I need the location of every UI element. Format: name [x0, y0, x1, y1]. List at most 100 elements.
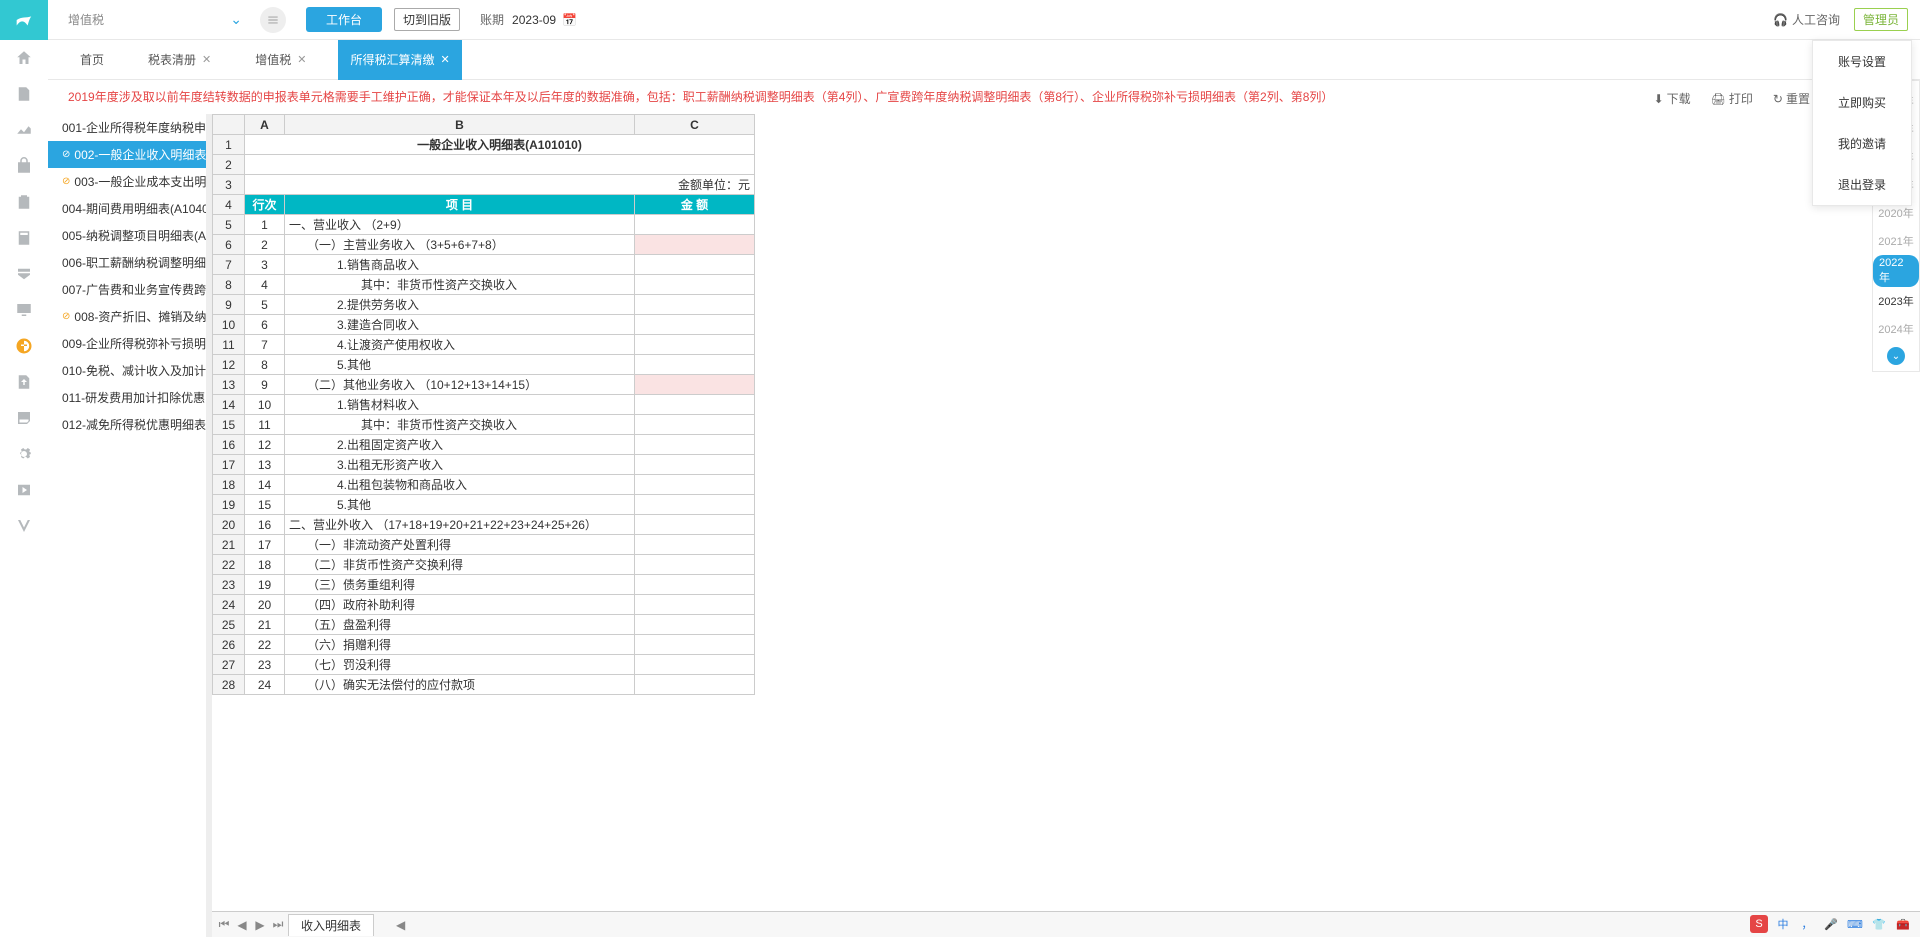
- ime-lang[interactable]: 中: [1774, 915, 1792, 933]
- cell-seq[interactable]: 16: [245, 515, 285, 535]
- row-header[interactable]: 26: [213, 635, 245, 655]
- cell-seq[interactable]: 12: [245, 435, 285, 455]
- nav-clipboard-icon[interactable]: [0, 184, 48, 220]
- row-header[interactable]: 13: [213, 375, 245, 395]
- row-header[interactable]: 12: [213, 355, 245, 375]
- form-list-item[interactable]: 009-企业所得税弥补亏损明...: [48, 330, 206, 357]
- tax-type-select[interactable]: 增值税 ⌄: [60, 11, 250, 28]
- cell-amount[interactable]: [635, 455, 755, 475]
- cell-item[interactable]: 3.建造合同收入: [285, 315, 635, 335]
- cell-amount[interactable]: [635, 475, 755, 495]
- cell-item[interactable]: （二）非货币性资产交换利得: [285, 555, 635, 575]
- cell-amount[interactable]: [635, 435, 755, 455]
- cell-item[interactable]: （二）其他业务收入 （10+12+13+14+15）: [285, 375, 635, 395]
- nav-video-icon[interactable]: [0, 472, 48, 508]
- cell-amount[interactable]: [635, 255, 755, 275]
- cell-seq[interactable]: 4: [245, 275, 285, 295]
- nav-report-icon[interactable]: [0, 328, 48, 364]
- row-header[interactable]: 10: [213, 315, 245, 335]
- nav-settings-icon[interactable]: [0, 436, 48, 472]
- row-header[interactable]: 24: [213, 595, 245, 615]
- cell-item[interactable]: 5.其他: [285, 355, 635, 375]
- row-header[interactable]: 28: [213, 675, 245, 695]
- row-header[interactable]: 8: [213, 275, 245, 295]
- cell-item[interactable]: （八）确实无法偿付的应付款项: [285, 675, 635, 695]
- cell-item[interactable]: （一）主营业务收入 （3+5+6+7+8）: [285, 235, 635, 255]
- cell-seq[interactable]: 20: [245, 595, 285, 615]
- row-header[interactable]: 7: [213, 255, 245, 275]
- cell-seq[interactable]: 19: [245, 575, 285, 595]
- sheet-nav-first[interactable]: ⏮: [216, 916, 232, 934]
- row-header[interactable]: 14: [213, 395, 245, 415]
- cell-item[interactable]: （六）捐赠利得: [285, 635, 635, 655]
- sheet-nav-last[interactable]: ⏭: [270, 916, 286, 934]
- form-list-item[interactable]: 004-期间费用明细表(A1040...: [48, 195, 206, 222]
- cell-item[interactable]: （四）政府补助利得: [285, 595, 635, 615]
- cell-item[interactable]: 4.让渡资产使用权收入: [285, 335, 635, 355]
- cell-amount[interactable]: [635, 635, 755, 655]
- cell-amount[interactable]: [635, 375, 755, 395]
- cell-item[interactable]: 2.出租固定资产收入: [285, 435, 635, 455]
- user-menu-item[interactable]: 退出登录: [1813, 164, 1911, 205]
- cell-amount[interactable]: [635, 215, 755, 235]
- row-header[interactable]: 5: [213, 215, 245, 235]
- cell-amount[interactable]: [635, 295, 755, 315]
- col-header[interactable]: C: [635, 115, 755, 135]
- cell-item[interactable]: 5.其他: [285, 495, 635, 515]
- form-list-item[interactable]: ⊘003-一般企业成本支出明细...: [48, 168, 206, 195]
- reset-button[interactable]: ↻重置: [1773, 90, 1810, 108]
- year-item[interactable]: 2023年: [1878, 287, 1913, 315]
- cell-amount[interactable]: [635, 415, 755, 435]
- form-list-item[interactable]: 012-减免所得税优惠明细表(...: [48, 411, 206, 438]
- row-header[interactable]: 6: [213, 235, 245, 255]
- cell-seq[interactable]: 17: [245, 535, 285, 555]
- cell-seq[interactable]: 7: [245, 335, 285, 355]
- cell-seq[interactable]: 6: [245, 315, 285, 335]
- ime-skin-icon[interactable]: 👕: [1870, 915, 1888, 933]
- row-header[interactable]: 11: [213, 335, 245, 355]
- sheet-tab[interactable]: 收入明细表: [288, 914, 374, 936]
- cell-amount[interactable]: [635, 275, 755, 295]
- cell-amount[interactable]: [635, 355, 755, 375]
- cell-item[interactable]: 2.提供劳务收入: [285, 295, 635, 315]
- cell-seq[interactable]: 14: [245, 475, 285, 495]
- row-header[interactable]: 9: [213, 295, 245, 315]
- period-picker[interactable]: 2023-09 📅: [512, 13, 577, 27]
- nav-home-icon[interactable]: [0, 40, 48, 76]
- cell-seq[interactable]: 1: [245, 215, 285, 235]
- cell-amount[interactable]: [635, 395, 755, 415]
- cell-seq[interactable]: 22: [245, 635, 285, 655]
- close-icon[interactable]: ✕: [202, 53, 211, 66]
- form-list-item[interactable]: ⊘008-资产折旧、摊销及纳税...: [48, 303, 206, 330]
- tab-2[interactable]: 增值税✕: [243, 40, 318, 80]
- close-icon[interactable]: ✕: [441, 53, 450, 66]
- row-header[interactable]: 20: [213, 515, 245, 535]
- form-list-item[interactable]: 007-广告费和业务宣传费跨...: [48, 276, 206, 303]
- consult-button[interactable]: 🎧 人工咨询: [1773, 11, 1840, 28]
- cell-item[interactable]: （五）盘盈利得: [285, 615, 635, 635]
- nav-v-icon[interactable]: [0, 508, 48, 544]
- cell-item[interactable]: （七）罚没利得: [285, 655, 635, 675]
- form-list-item[interactable]: 010-免税、减计收入及加计...: [48, 357, 206, 384]
- cell-amount[interactable]: [635, 615, 755, 635]
- sheet-nav-prev[interactable]: ◀: [234, 916, 250, 934]
- cell-item[interactable]: 二、营业外收入 （17+18+19+20+21+22+23+24+25+26）: [285, 515, 635, 535]
- row-header[interactable]: 17: [213, 455, 245, 475]
- col-header[interactable]: A: [245, 115, 285, 135]
- cell-seq[interactable]: 8: [245, 355, 285, 375]
- year-item[interactable]: 2021年: [1878, 227, 1913, 255]
- nav-inbox-icon[interactable]: [0, 400, 48, 436]
- cell-item[interactable]: 其中：非货币性资产交换收入: [285, 415, 635, 435]
- print-button[interactable]: 🖨打印: [1711, 90, 1753, 108]
- cell-seq[interactable]: 2: [245, 235, 285, 255]
- cell-seq[interactable]: 5: [245, 295, 285, 315]
- tab-3[interactable]: 所得税汇算清缴✕: [338, 40, 461, 80]
- ime-toolbox-icon[interactable]: 🧰: [1894, 915, 1912, 933]
- row-header[interactable]: 4: [213, 195, 245, 215]
- form-list-item[interactable]: 006-职工薪酬纳税调整明细...: [48, 249, 206, 276]
- ime-mic-icon[interactable]: 🎤: [1822, 915, 1840, 933]
- cell-seq[interactable]: 23: [245, 655, 285, 675]
- cell-seq[interactable]: 18: [245, 555, 285, 575]
- tab-0[interactable]: 首页: [68, 40, 116, 80]
- sheet-hscroll[interactable]: ◀: [396, 918, 1920, 932]
